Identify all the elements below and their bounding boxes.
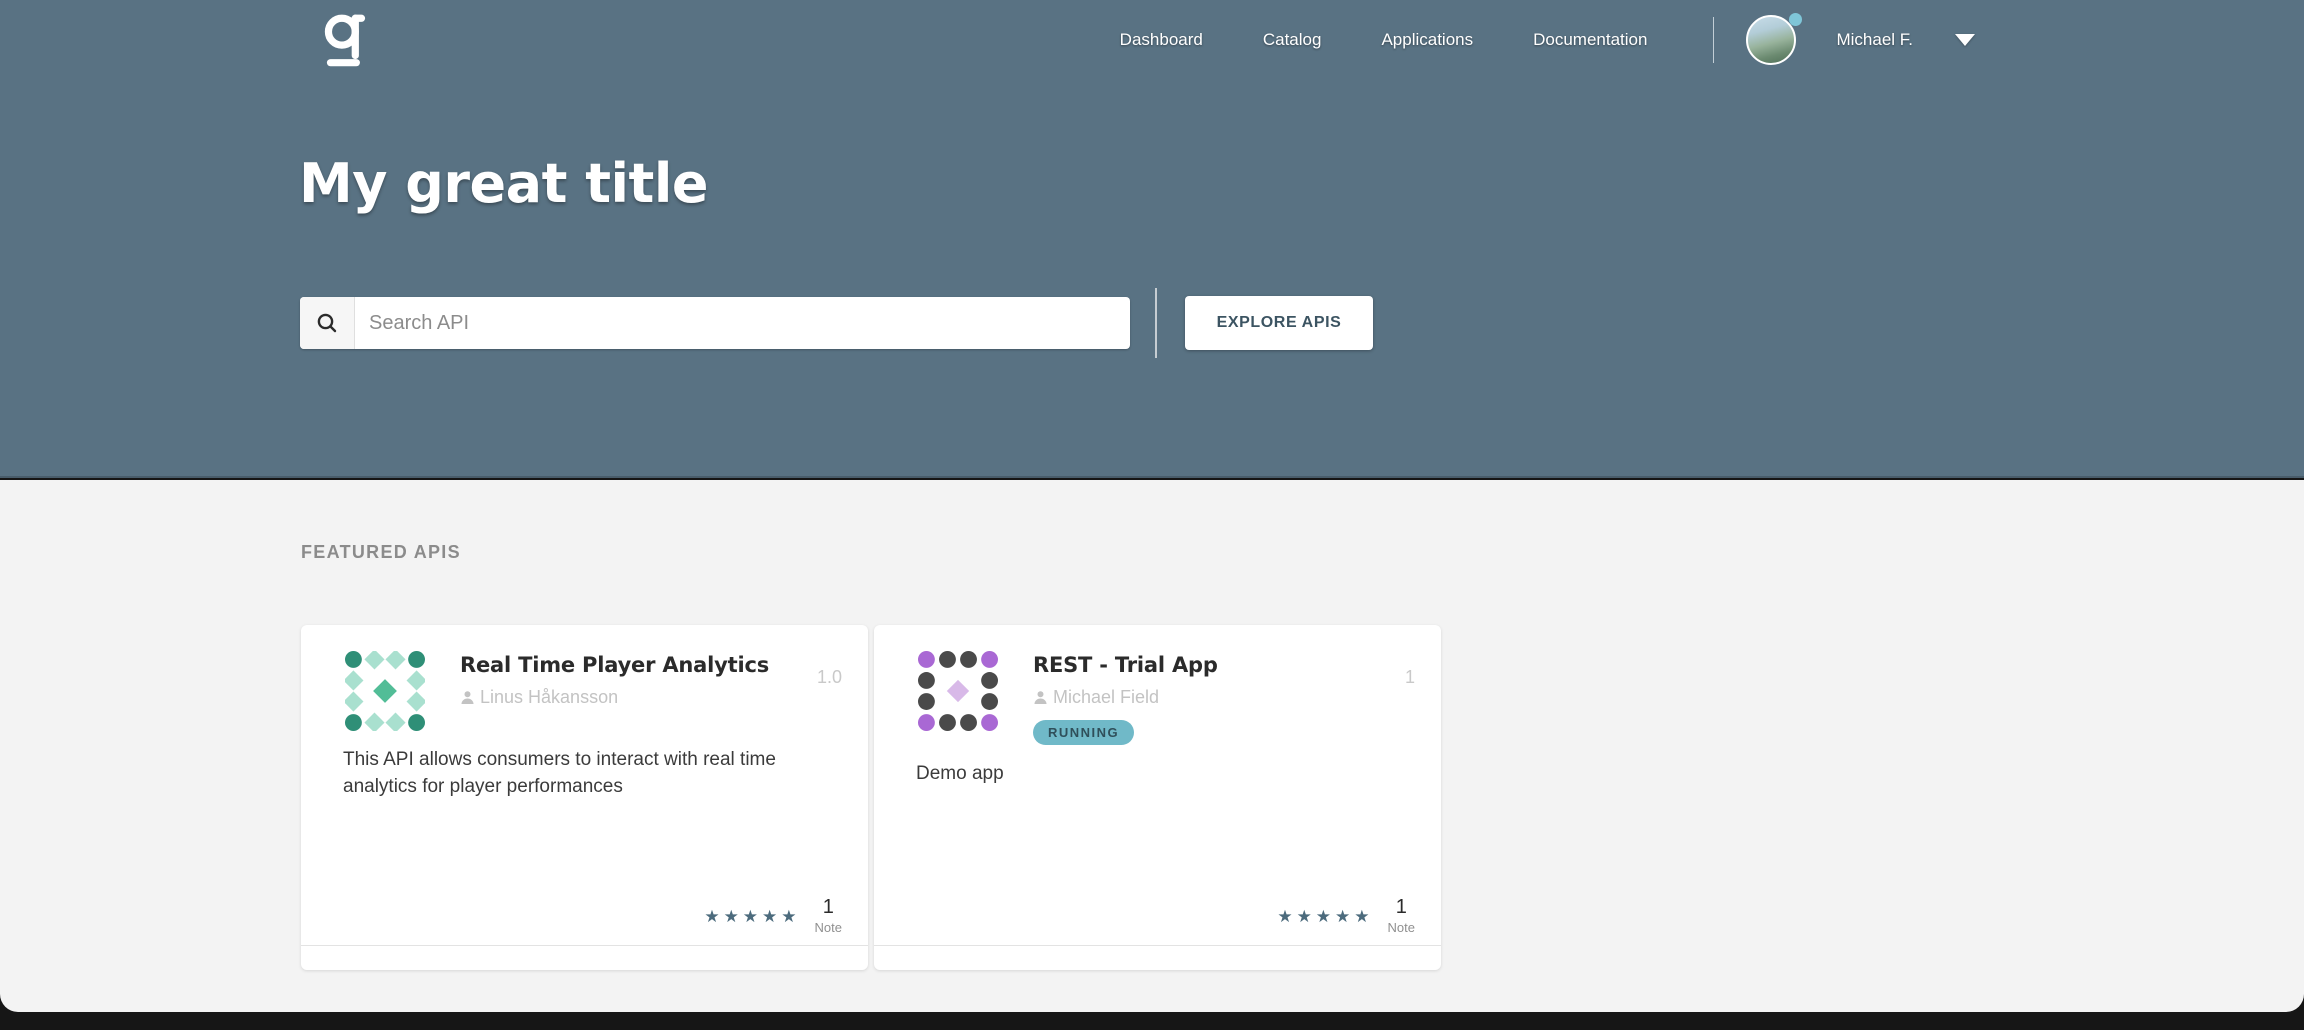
note-block: 1 Note [815, 897, 842, 935]
nav-item-documentation[interactable]: Documentation [1503, 30, 1677, 50]
card-footer: ★★★★★ 1 Note [301, 897, 868, 970]
note-count: 1 [822, 896, 834, 918]
api-title: Real Time Player Analytics [460, 653, 770, 677]
purple-dot-grid-icon [918, 651, 998, 731]
api-owner: Linus Håkansson [460, 687, 817, 708]
card-head: Real Time Player Analytics Linus Håkanss… [301, 625, 868, 731]
api-card-rest-trial-app[interactable]: REST - Trial App Michael Field RUNNING 1… [874, 625, 1441, 970]
card-footer: ★★★★★ 1 Note [874, 897, 1441, 970]
person-icon [1034, 691, 1047, 704]
rating-stars: ★★★★★ [704, 906, 801, 926]
search-button-divider [1155, 288, 1157, 358]
api-card-real-time-player-analytics[interactable]: Real Time Player Analytics Linus Håkanss… [301, 625, 868, 970]
user-name: Michael F. [1836, 30, 1913, 49]
api-description: This API allows consumers to interact wi… [343, 749, 776, 797]
page-title: My great title [299, 152, 708, 215]
nav-divider [1713, 17, 1715, 63]
logo-g-icon[interactable] [322, 9, 370, 78]
chevron-down-icon [1955, 34, 1975, 46]
online-status-dot [1789, 13, 1803, 26]
nav-item-catalog[interactable]: Catalog [1233, 30, 1352, 50]
rating-row: ★★★★★ 1 Note [874, 897, 1441, 935]
card-head-text: REST - Trial App Michael Field RUNNING [1033, 651, 1405, 745]
app-version: 1 [1404, 667, 1415, 687]
rating-stars: ★★★★★ [1277, 906, 1374, 926]
note-label: Note [1387, 920, 1415, 935]
app-description: Demo app [916, 763, 1004, 784]
person-icon [461, 691, 474, 704]
api-owner-name: Linus Håkansson [480, 687, 619, 707]
featured-apis-heading: FEATURED APIS [301, 542, 461, 562]
card-footer-divider [301, 945, 868, 946]
rating-row: ★★★★★ 1 Note [301, 897, 868, 935]
card-head-text: Real Time Player Analytics Linus Håkanss… [460, 651, 817, 731]
app-title: REST - Trial App [1033, 653, 1218, 677]
note-block: 1 Note [1388, 897, 1415, 935]
note-label: Note [814, 920, 842, 935]
hero-section: Dashboard Catalog Applications Documenta… [0, 0, 2304, 478]
api-version: 1.0 [816, 667, 842, 687]
nav-item-applications[interactable]: Applications [1351, 30, 1503, 50]
user-menu[interactable]: Michael F. [1746, 13, 1975, 65]
navbar-right-group: Dashboard Catalog Applications Documenta… [1090, 0, 1975, 80]
top-navbar: Dashboard Catalog Applications Documenta… [0, 0, 2304, 80]
search-input[interactable] [355, 297, 1130, 349]
search-icon [300, 297, 355, 349]
featured-cards-row: Real Time Player Analytics Linus Håkanss… [301, 625, 1441, 970]
card-head: REST - Trial App Michael Field RUNNING 1 [874, 625, 1441, 745]
nav-item-dashboard[interactable]: Dashboard [1090, 30, 1233, 50]
note-count: 1 [1395, 896, 1407, 918]
search-box [300, 297, 1130, 349]
avatar [1746, 13, 1803, 65]
running-status-badge: RUNNING [1033, 720, 1135, 745]
featured-section: FEATURED APIS Real Time Player Analytics… [0, 480, 2304, 1012]
explore-apis-button[interactable]: EXPLORE APIS [1185, 296, 1373, 350]
app-owner-name: Michael Field [1053, 687, 1160, 707]
card-footer-divider [874, 945, 1441, 946]
teal-diamond-grid-icon [345, 651, 425, 731]
search-row: EXPLORE APIS [300, 288, 1373, 358]
app-owner: Michael Field [1033, 687, 1405, 708]
